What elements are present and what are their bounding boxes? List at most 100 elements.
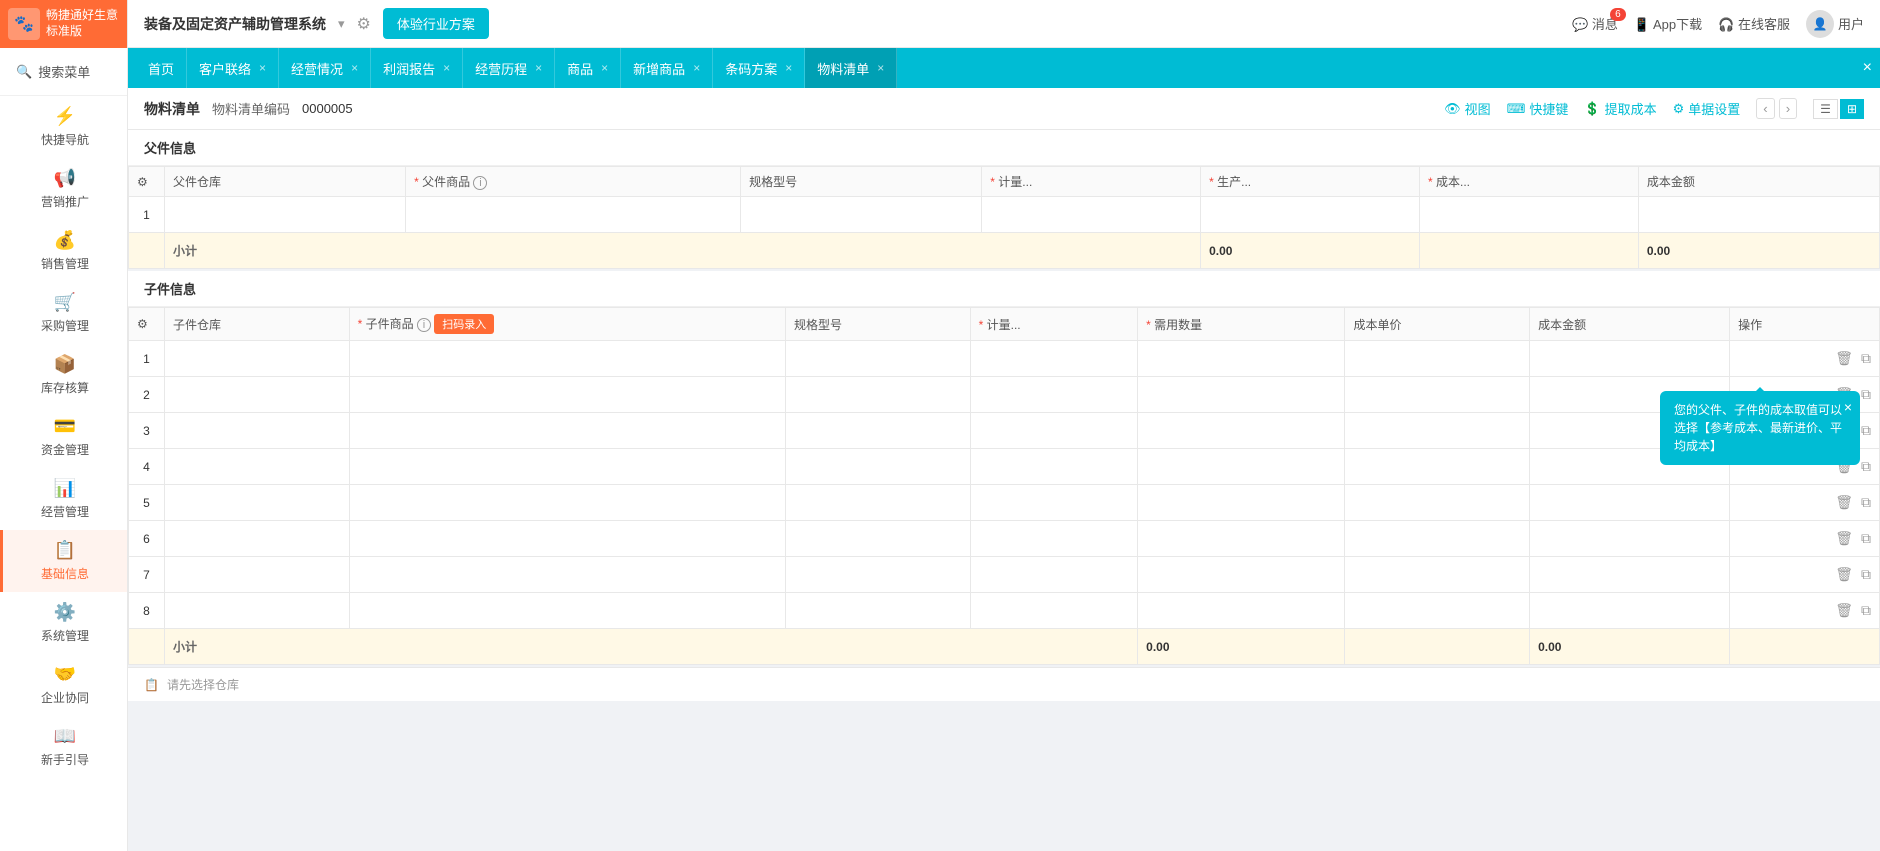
- child-row3-unit[interactable]: [970, 413, 1138, 449]
- child-row4-spec[interactable]: [786, 449, 971, 485]
- child-row8-unit[interactable]: [970, 593, 1138, 629]
- delete-icon[interactable]: 🗑: [1835, 566, 1853, 583]
- tab-profit-report[interactable]: 利润报告 ×: [371, 48, 463, 88]
- sidebar-item-sales[interactable]: 💰 销售管理: [0, 220, 127, 282]
- child-row4-qty[interactable]: [1138, 449, 1345, 485]
- child-row3-spec[interactable]: [786, 413, 971, 449]
- copy-icon[interactable]: ⧉: [1861, 530, 1871, 547]
- sidebar-item-quick-nav[interactable]: ⚡ 快捷导航: [0, 96, 127, 158]
- child-row8-warehouse[interactable]: [165, 593, 350, 629]
- sidebar-item-marketing[interactable]: 📢 营销推广: [0, 158, 127, 220]
- single-settings-button[interactable]: ⚙ 单据设置: [1673, 99, 1741, 118]
- tab-prod-close[interactable]: ×: [601, 61, 608, 75]
- tooltip-close-button[interactable]: ×: [1844, 397, 1852, 418]
- child-row2-unit-cost[interactable]: [1345, 377, 1530, 413]
- tab-bom-close[interactable]: ×: [877, 61, 884, 75]
- child-row1-unit[interactable]: [970, 341, 1138, 377]
- child-row7-warehouse[interactable]: [165, 557, 350, 593]
- child-row6-warehouse[interactable]: [165, 521, 350, 557]
- child-row5-unit-cost[interactable]: [1345, 485, 1530, 521]
- child-row6-unit[interactable]: [970, 521, 1138, 557]
- tab-products[interactable]: 商品 ×: [555, 48, 621, 88]
- tab-operations-history[interactable]: 经营历程 ×: [463, 48, 555, 88]
- tab-barcode-close[interactable]: ×: [785, 61, 792, 75]
- child-row2-warehouse[interactable]: [165, 377, 350, 413]
- shortcut-button[interactable]: ⌨ 快捷键: [1507, 99, 1569, 118]
- child-row1-warehouse[interactable]: [165, 341, 350, 377]
- online-service-button[interactable]: 🎧 在线客服: [1718, 14, 1790, 33]
- child-row3-warehouse[interactable]: [165, 413, 350, 449]
- child-row7-product[interactable]: [349, 557, 785, 593]
- tab-customer-close[interactable]: ×: [259, 61, 266, 75]
- tab-customer[interactable]: 客户联络 ×: [187, 48, 279, 88]
- user-menu-button[interactable]: 👤 用户: [1806, 10, 1864, 38]
- child-row1-product[interactable]: [349, 341, 785, 377]
- child-row5-qty[interactable]: [1138, 485, 1345, 521]
- child-row4-unit-cost[interactable]: [1345, 449, 1530, 485]
- tab-new-product[interactable]: 新增商品 ×: [621, 48, 713, 88]
- sidebar-item-enterprise[interactable]: 🤝 企业协同: [0, 654, 127, 716]
- child-row3-qty[interactable]: [1138, 413, 1345, 449]
- delete-icon[interactable]: 🗑: [1835, 530, 1853, 547]
- child-row5-unit[interactable]: [970, 485, 1138, 521]
- child-row4-unit[interactable]: [970, 449, 1138, 485]
- child-row8-spec[interactable]: [786, 593, 971, 629]
- copy-icon[interactable]: ⧉: [1861, 350, 1871, 367]
- extract-cost-button[interactable]: 💲 提取成本: [1584, 99, 1656, 118]
- delete-icon[interactable]: 🗑: [1835, 350, 1853, 367]
- child-row8-unit-cost[interactable]: [1345, 593, 1530, 629]
- child-row7-unit-cost[interactable]: [1345, 557, 1530, 593]
- copy-icon[interactable]: ⧉: [1861, 566, 1871, 583]
- child-row7-unit[interactable]: [970, 557, 1138, 593]
- child-row4-warehouse[interactable]: [165, 449, 350, 485]
- child-row8-qty[interactable]: [1138, 593, 1345, 629]
- child-row7-spec[interactable]: [786, 557, 971, 593]
- tab-operations-status[interactable]: 经营情况 ×: [279, 48, 371, 88]
- list-view-btn[interactable]: ☰: [1813, 99, 1838, 119]
- sidebar-item-operations[interactable]: 📊 经营管理: [0, 468, 127, 530]
- child-row1-unit-cost[interactable]: [1345, 341, 1530, 377]
- sidebar-item-guide[interactable]: 📖 新手引导: [0, 716, 127, 778]
- parent-spec-cell[interactable]: [741, 197, 982, 233]
- tab-barcode[interactable]: 条码方案 ×: [713, 48, 805, 88]
- child-row2-product[interactable]: [349, 377, 785, 413]
- child-col-settings[interactable]: ⚙: [129, 308, 165, 341]
- close-all-tabs[interactable]: ×: [1863, 59, 1872, 77]
- copy-icon[interactable]: ⧉: [1861, 422, 1871, 439]
- sidebar-item-system[interactable]: ⚙️ 系统管理: [0, 592, 127, 654]
- child-row5-spec[interactable]: [786, 485, 971, 521]
- child-row5-product[interactable]: [349, 485, 785, 521]
- tab-new-close[interactable]: ×: [693, 61, 700, 75]
- trial-button[interactable]: 体验行业方案: [383, 8, 489, 39]
- prev-arrow[interactable]: ‹: [1756, 98, 1774, 119]
- copy-icon[interactable]: ⧉: [1861, 602, 1871, 619]
- parent-production-cell[interactable]: [1201, 197, 1420, 233]
- next-arrow[interactable]: ›: [1779, 98, 1797, 119]
- child-row7-qty[interactable]: [1138, 557, 1345, 593]
- sidebar-item-basic-info[interactable]: 📋 基础信息: [0, 530, 127, 592]
- sidebar-item-inventory[interactable]: 📦 库存核算: [0, 344, 127, 406]
- child-row8-product[interactable]: [349, 593, 785, 629]
- parent-unit-cell[interactable]: [982, 197, 1201, 233]
- delete-icon[interactable]: 🗑: [1835, 602, 1853, 619]
- app-download-button[interactable]: 📱 App下载: [1634, 14, 1702, 33]
- tab-profit-close[interactable]: ×: [443, 61, 450, 75]
- child-row4-product[interactable]: [349, 449, 785, 485]
- parent-col-settings[interactable]: ⚙: [129, 167, 165, 197]
- copy-icon[interactable]: ⧉: [1861, 458, 1871, 475]
- tab-hist-close[interactable]: ×: [535, 61, 542, 75]
- child-row1-qty[interactable]: [1138, 341, 1345, 377]
- parent-warehouse-cell[interactable]: [165, 197, 406, 233]
- child-row2-spec[interactable]: [786, 377, 971, 413]
- tab-home[interactable]: 首页: [136, 48, 187, 88]
- parent-product-cell[interactable]: [406, 197, 741, 233]
- child-row6-qty[interactable]: [1138, 521, 1345, 557]
- sidebar-item-purchase[interactable]: 🛒 采购管理: [0, 282, 127, 344]
- tab-bom[interactable]: 物料清单 ×: [805, 48, 897, 88]
- message-badge-button[interactable]: 💬 6 消息: [1572, 14, 1618, 33]
- delete-icon[interactable]: 🗑: [1835, 494, 1853, 511]
- copy-icon[interactable]: ⧉: [1861, 386, 1871, 403]
- sidebar-item-finance[interactable]: 💳 资金管理: [0, 406, 127, 468]
- child-row2-qty[interactable]: [1138, 377, 1345, 413]
- copy-icon[interactable]: ⧉: [1861, 494, 1871, 511]
